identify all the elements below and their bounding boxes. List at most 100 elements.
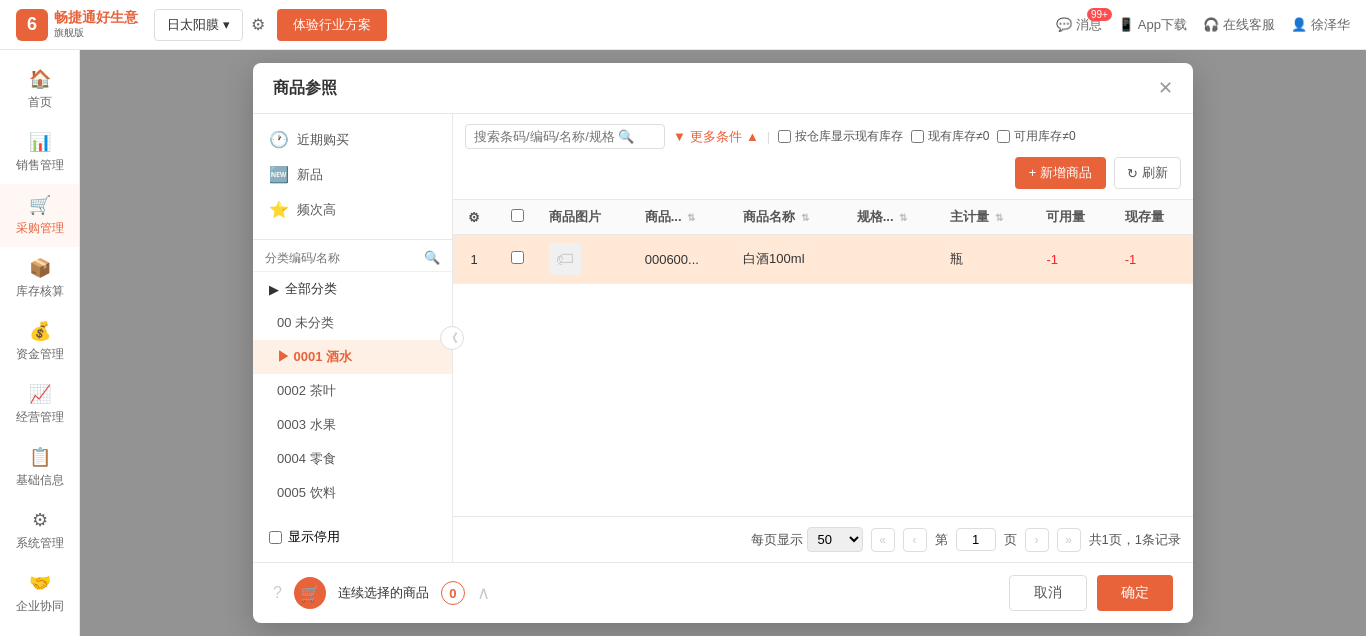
- more-conditions-button[interactable]: ▼ 更多条件 ▲: [673, 128, 759, 146]
- trial-button[interactable]: 体验行业方案: [277, 9, 387, 41]
- stock-nonzero-checkbox[interactable]: [911, 130, 924, 143]
- sidebar-item-system[interactable]: ⚙ 系统管理: [0, 499, 79, 562]
- main-area: 商品参照 ✕ 🕐 近期购买 🆕: [80, 50, 1366, 636]
- col-unit-label: 主计量: [950, 209, 989, 224]
- sidebar-item-home[interactable]: 🏠 首页: [0, 58, 79, 121]
- message-icon: 💬: [1056, 17, 1072, 32]
- prev-page-button[interactable]: ‹: [903, 528, 927, 552]
- collapse-panel-button[interactable]: 《: [440, 326, 464, 350]
- table-row[interactable]: 1 🏷 000600... 白酒100ml: [453, 235, 1193, 284]
- sidebar-item-sales[interactable]: 📊 销售管理: [0, 121, 79, 184]
- first-page-button[interactable]: «: [871, 528, 895, 552]
- available-nonzero-label[interactable]: 可用库存≠0: [997, 128, 1075, 145]
- product-search-box: 🔍: [465, 124, 665, 149]
- page-size-label: 每页显示: [751, 531, 803, 549]
- filter-icon: ▼: [673, 129, 686, 144]
- category-item-drink[interactable]: 0005 饮料: [253, 476, 452, 510]
- logo-icon: 6: [16, 9, 48, 41]
- available-nonzero-text: 可用库存≠0: [1014, 128, 1075, 145]
- sidebar-item-operation[interactable]: 📈 经营管理: [0, 373, 79, 436]
- sidebar-item-finance[interactable]: 💰 资金管理: [0, 310, 79, 373]
- col-stock[interactable]: 现存量: [1115, 200, 1193, 235]
- home-icon: 🏠: [29, 68, 51, 90]
- category-item-tea[interactable]: 0002 茶叶: [253, 374, 452, 408]
- col-code[interactable]: 商品... ⇅: [635, 200, 733, 235]
- sidebar-label-purchase: 采购管理: [16, 220, 64, 237]
- stock-by-warehouse-label[interactable]: 按仓库显示现有库存: [778, 128, 903, 145]
- row-code: 000600...: [635, 235, 733, 284]
- stock-by-warehouse-checkbox[interactable]: [778, 130, 791, 143]
- category-item-uncategorized[interactable]: 00 未分类: [253, 306, 452, 340]
- show-disabled-checkbox[interactable]: [269, 531, 282, 544]
- product-search-input[interactable]: [474, 129, 614, 144]
- category-item-water[interactable]: 0008 水: [253, 510, 452, 520]
- new-product-nav[interactable]: 🆕 新品: [253, 157, 452, 192]
- col-settings[interactable]: ⚙: [453, 200, 495, 235]
- chevron-down-icon: ▾: [223, 17, 230, 32]
- row-checkbox[interactable]: [511, 251, 524, 264]
- last-page-button[interactable]: »: [1057, 528, 1081, 552]
- next-page-button[interactable]: ›: [1025, 528, 1049, 552]
- sidebar-item-inventory[interactable]: 📦 库存核算: [0, 247, 79, 310]
- collab-icon: 🤝: [29, 572, 51, 594]
- help-icon[interactable]: ?: [273, 584, 282, 602]
- category-search-input[interactable]: [265, 251, 418, 265]
- modal-body: 🕐 近期购买 🆕 新品 ⭐ 频次高: [253, 114, 1193, 562]
- pagination-bar: 每页显示 50 100 200 « ‹ 第 页: [453, 516, 1193, 562]
- avatar: 👤: [1291, 17, 1307, 32]
- cart-button[interactable]: 🛒: [294, 577, 326, 609]
- message-nav-item[interactable]: 💬 消息 99+: [1056, 16, 1102, 34]
- row-spec: [847, 235, 940, 284]
- page-size-selector: 每页显示 50 100 200: [751, 527, 863, 552]
- category-item-fruit[interactable]: 0003 水果: [253, 408, 452, 442]
- app-download-nav-item[interactable]: 📱 App下载: [1118, 16, 1187, 34]
- sidebar: 🏠 首页 📊 销售管理 🛒 采购管理 📦 库存核算 💰 资金管理 📈 经营管理 …: [0, 50, 80, 636]
- cancel-button[interactable]: 取消: [1009, 575, 1087, 611]
- search-icon[interactable]: 🔍: [424, 250, 440, 265]
- service-nav-item[interactable]: 🎧 在线客服: [1203, 16, 1275, 34]
- show-disabled-label: 显示停用: [288, 528, 340, 546]
- sidebar-label-basic: 基础信息: [16, 472, 64, 489]
- col-image: 商品图片: [539, 200, 634, 235]
- col-checkbox[interactable]: [495, 200, 539, 235]
- table-header-row: ⚙ 商品图片 商品... ⇅ 商品名称: [453, 200, 1193, 235]
- category-all[interactable]: ▶ 全部分类: [253, 272, 452, 306]
- page-size-select[interactable]: 50 100 200: [807, 527, 863, 552]
- page-number-input[interactable]: [956, 528, 996, 551]
- stock-nonzero-label[interactable]: 现有库存≠0: [911, 128, 989, 145]
- store-selector[interactable]: 日太阳膜 ▾: [154, 9, 243, 41]
- continuous-label: 连续选择的商品: [338, 584, 429, 602]
- row-checkbox-cell[interactable]: [495, 235, 539, 284]
- confirm-button[interactable]: 确定: [1097, 575, 1173, 611]
- product-table-wrapper: ⚙ 商品图片 商品... ⇅ 商品名称: [453, 200, 1193, 516]
- col-name[interactable]: 商品名称 ⇅: [733, 200, 847, 235]
- sidebar-item-collab[interactable]: 🤝 企业协同: [0, 562, 79, 625]
- category-item-liquor[interactable]: ▶ 0001 酒水: [253, 340, 452, 374]
- app-label: App下载: [1138, 16, 1187, 34]
- modal-header: 商品参照 ✕: [253, 63, 1193, 114]
- frequent-nav[interactable]: ⭐ 频次高: [253, 192, 452, 227]
- sidebar-item-purchase[interactable]: 🛒 采购管理: [0, 184, 79, 247]
- category-item-snack[interactable]: 0004 零食: [253, 442, 452, 476]
- system-icon: ⚙: [32, 509, 48, 531]
- sidebar-item-guide[interactable]: 🎯 新手引导: [0, 625, 79, 636]
- sidebar-item-basic[interactable]: 📋 基础信息: [0, 436, 79, 499]
- col-available[interactable]: 可用量: [1036, 200, 1114, 235]
- search-icon[interactable]: 🔍: [618, 129, 634, 144]
- select-all-checkbox[interactable]: [511, 209, 524, 222]
- add-product-button[interactable]: + 新增商品: [1015, 157, 1106, 189]
- refresh-button[interactable]: ↻ 刷新: [1114, 157, 1181, 189]
- footer-actions: 取消 确定: [1009, 575, 1173, 611]
- available-nonzero-checkbox[interactable]: [997, 130, 1010, 143]
- logo-text: 畅捷通好生意: [54, 9, 138, 26]
- user-nav-item[interactable]: 👤 徐泽华: [1291, 16, 1350, 34]
- recent-purchase-nav[interactable]: 🕐 近期购买: [253, 122, 452, 157]
- modal-close-button[interactable]: ✕: [1158, 77, 1173, 99]
- page-label: 第: [935, 531, 948, 549]
- footer-collapse-icon[interactable]: ∧: [477, 582, 490, 604]
- gear-icon[interactable]: ⚙: [251, 15, 265, 34]
- category-all-label: 全部分类: [285, 280, 337, 298]
- modal-left-panel: 🕐 近期购买 🆕 新品 ⭐ 频次高: [253, 114, 453, 562]
- col-unit[interactable]: 主计量 ⇅: [940, 200, 1036, 235]
- col-spec[interactable]: 规格... ⇅: [847, 200, 940, 235]
